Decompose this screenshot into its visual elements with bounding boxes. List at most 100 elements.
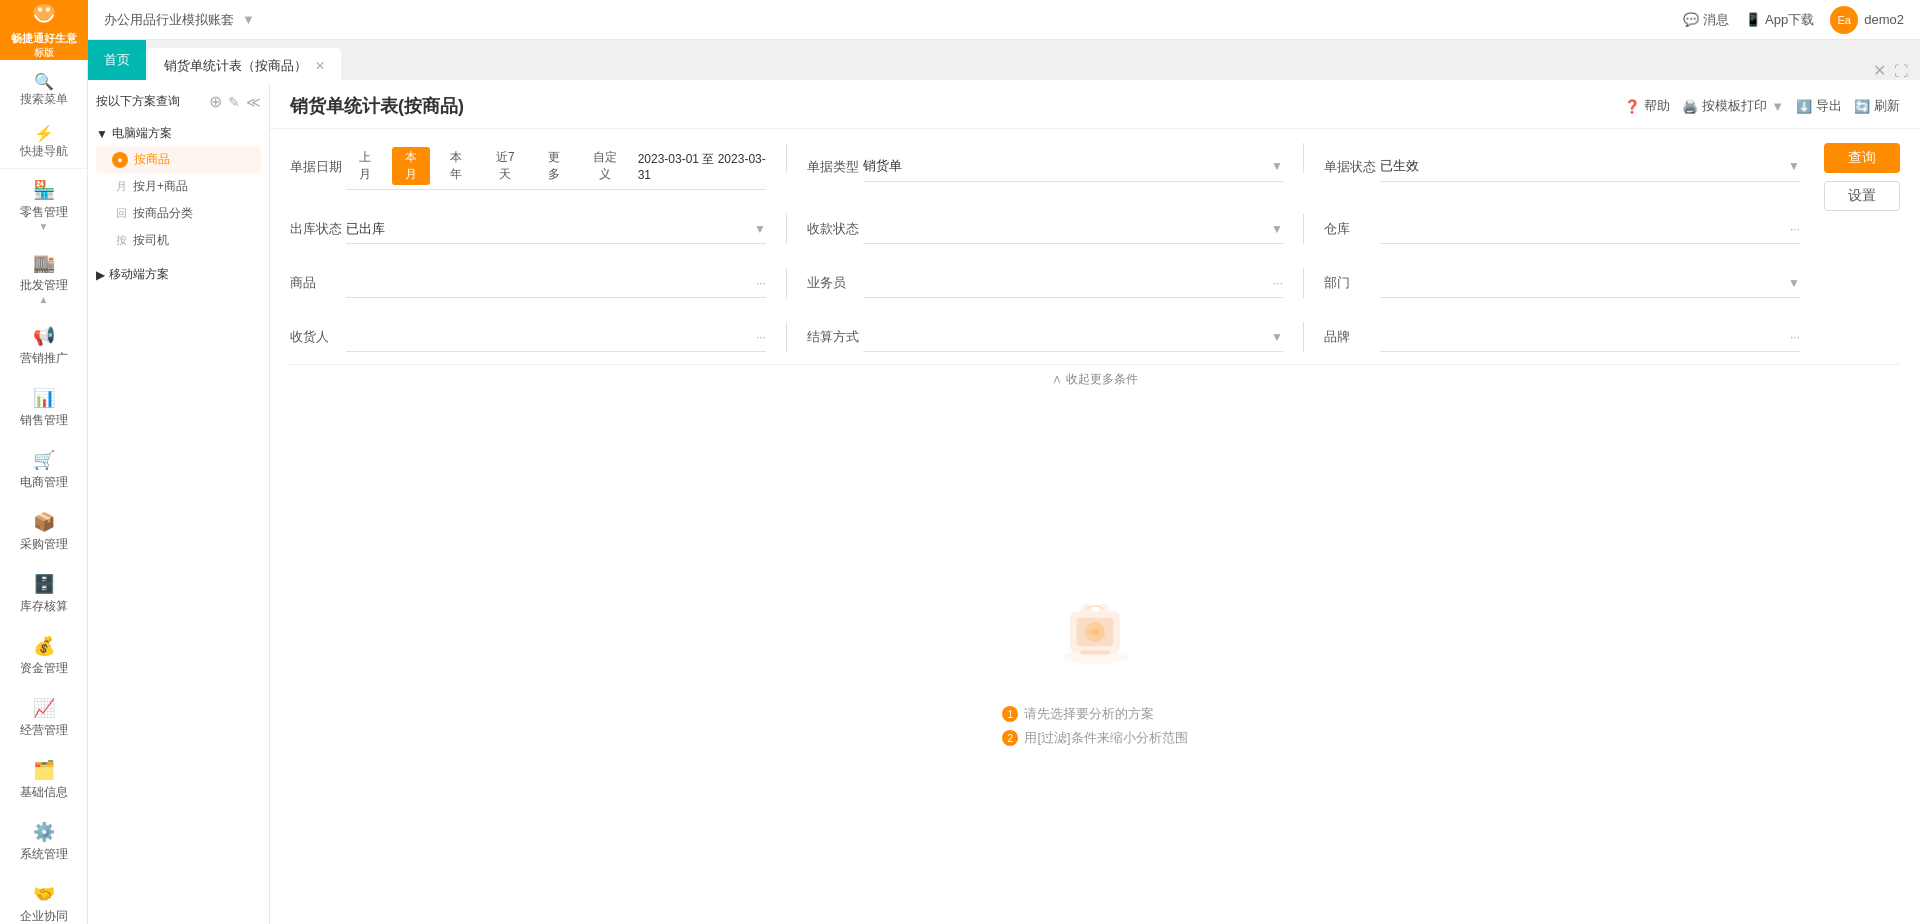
filter-collect-control[interactable]: ▼ <box>863 214 1283 244</box>
sidebar-item-basic[interactable]: 🗂️ 基础信息 <box>0 749 87 811</box>
scheme-item-by-month-goods[interactable]: 月 按月+商品 <box>96 173 261 200</box>
filter-brand-item: 品牌 ··· <box>1324 322 1800 352</box>
sidebar-item-sales-label: 销售管理 <box>20 412 68 429</box>
date-btn-this-month[interactable]: 本月 <box>392 147 430 185</box>
scheme-add-icon[interactable]: ⊕ <box>209 92 222 111</box>
filter-goods-item: 商品 ··· <box>290 268 766 298</box>
scheme-item-by-goods-cat-label: 按商品分类 <box>133 205 193 222</box>
tab-window-close-icon[interactable]: ✕ <box>1873 61 1886 80</box>
filter-recipient-item: 收货人 ··· <box>290 322 766 352</box>
scheme-category-pc-header[interactable]: ▼ 电脑端方案 <box>96 121 261 146</box>
collapse-up-icon: ∧ <box>1052 372 1062 386</box>
sidebar-item-marketing[interactable]: 📢 营销推广 <box>0 315 87 377</box>
scheme-item-by-goods-cat[interactable]: 回 按商品分类 <box>96 200 261 227</box>
filter-row-4: 收货人 ··· 结算方式 ▼ <box>290 322 1800 352</box>
filter-settlement-control[interactable]: ▼ <box>863 322 1283 352</box>
sidebar-item-operation-label: 经营管理 <box>20 722 68 739</box>
sidebar-item-stock[interactable]: 🗄️ 库存核算 <box>0 563 87 625</box>
sidebar: 畅捷通好生意 标版 🔍 搜索菜单 ⚡ 快捷导航 🏪 零售管理 ▼ 🏬 批发管理 … <box>0 0 88 924</box>
collapse-conditions-button[interactable]: ∧ 收起更多条件 <box>290 364 1900 394</box>
tab-report-label: 销货单统计表（按商品） <box>164 57 307 75</box>
topbar-left: 办公用品行业模拟账套 ▼ <box>104 11 255 29</box>
scheme-category-mobile-header[interactable]: ▶ 移动端方案 <box>96 262 261 287</box>
retail-icon: 🏪 <box>33 179 55 201</box>
filter-recipient-control[interactable]: ··· <box>346 322 766 352</box>
date-control: 上月 本月 本年 近7天 更多 自定义 2023-03-01 至 2023-03… <box>346 143 766 190</box>
date-btn-last-month[interactable]: 上月 <box>346 147 384 185</box>
scheme-panel: 按以下方案查询 ⊕ ✎ ≪ ▼ 电脑端方案 ● 按商品 月 <box>88 80 270 924</box>
sidebar-item-stock-label: 库存核算 <box>20 598 68 615</box>
marketing-icon: 📢 <box>33 325 55 347</box>
filter-section: 单据日期 上月 本月 本年 近7天 更多 自定义 2023-03-01 至 20… <box>270 129 1920 408</box>
date-btn-this-year[interactable]: 本年 <box>438 147 476 185</box>
sidebar-item-purchase[interactable]: 📦 采购管理 <box>0 501 87 563</box>
help-button[interactable]: ❓ 帮助 <box>1624 97 1670 115</box>
app-download-button[interactable]: 📱 App下载 <box>1745 11 1814 29</box>
date-btn-custom[interactable]: 自定义 <box>581 147 630 185</box>
sidebar-item-corp[interactable]: 🤝 企业协同 <box>0 873 87 924</box>
sidebar-item-finance-label: 资金管理 <box>20 660 68 677</box>
filter-warehouse-control[interactable]: ··· <box>1380 214 1800 244</box>
user-menu[interactable]: Ea demo2 <box>1830 6 1904 34</box>
filter-salesperson-label: 业务员 <box>807 274 863 292</box>
filter-type-label: 单据类型 <box>807 158 863 176</box>
app-name: 畅捷通好生意 <box>11 31 77 46</box>
pc-expand-arrow-icon: ▼ <box>96 127 108 141</box>
filter-salesperson-control[interactable]: ··· <box>863 268 1283 298</box>
filter-status-control[interactable]: 已生效 ▼ <box>1380 152 1800 182</box>
industry-dropdown-icon[interactable]: ▼ <box>242 12 255 27</box>
tab-home[interactable]: 首页 <box>88 40 146 80</box>
filter-brand-control[interactable]: ··· <box>1380 322 1800 352</box>
tab-window-expand-icon[interactable]: ⛶ <box>1894 63 1908 79</box>
sidebar-item-sales[interactable]: 📊 销售管理 <box>0 377 87 439</box>
scheme-header-label: 按以下方案查询 <box>96 93 180 110</box>
query-button[interactable]: 查询 <box>1824 143 1900 173</box>
sidebar-item-retail[interactable]: 🏪 零售管理 ▼ <box>0 169 87 242</box>
sidebar-item-wholesale[interactable]: 🏬 批发管理 ▲ <box>0 242 87 315</box>
scheme-item-by-cashier[interactable]: 按 按司机 <box>96 227 261 254</box>
tab-home-label: 首页 <box>104 51 130 69</box>
help-icon: ❓ <box>1624 99 1640 114</box>
filter-outstatus-control[interactable]: 已出库 ▼ <box>346 214 766 244</box>
empty-state: 1 请先选择要分析的方案 2 用[过滤]条件来缩小分析范围 <box>270 408 1920 924</box>
tab-report[interactable]: 销货单统计表（按商品） ✕ <box>148 48 341 84</box>
svg-point-8 <box>1082 604 1092 614</box>
date-btn-7days[interactable]: 近7天 <box>483 147 527 185</box>
dept-dropdown-icon: ▼ <box>1788 276 1800 290</box>
message-button[interactable]: 💬 消息 <box>1683 11 1729 29</box>
print-button[interactable]: 🖨️ 按模板打印 ▼ <box>1682 97 1784 115</box>
filter-dept-label: 部门 <box>1324 274 1380 292</box>
page-content: 按以下方案查询 ⊕ ✎ ≪ ▼ 电脑端方案 ● 按商品 月 <box>88 80 1920 924</box>
sidebar-item-basic-label: 基础信息 <box>20 784 68 801</box>
scheme-edit-icon[interactable]: ✎ <box>228 94 240 110</box>
scheme-item-by-goods[interactable]: ● 按商品 <box>96 146 261 173</box>
purchase-icon: 📦 <box>33 511 55 533</box>
sidebar-item-system[interactable]: ⚙️ 系统管理 <box>0 811 87 873</box>
filter-outstatus-value: 已出库 <box>346 220 754 238</box>
scheme-item-by-goods-label: 按商品 <box>134 151 170 168</box>
sidebar-item-retail-label: 零售管理 <box>20 204 68 221</box>
empty-illustration <box>1045 582 1145 682</box>
filter-main: 销货单统计表(按商品) ❓ 帮助 🖨️ 按模板打印 ▼ ⬇️ 导出 <box>270 80 1920 924</box>
page-actions: ❓ 帮助 🖨️ 按模板打印 ▼ ⬇️ 导出 🔄 刷新 <box>1624 97 1900 115</box>
basic-icon: 🗂️ <box>33 759 55 781</box>
scheme-category-mobile-label: 移动端方案 <box>109 266 169 283</box>
filter-goods-control[interactable]: ··· <box>346 268 766 298</box>
sidebar-item-operation[interactable]: 📈 经营管理 <box>0 687 87 749</box>
date-btn-more[interactable]: 更多 <box>535 147 573 185</box>
settings-button[interactable]: 设置 <box>1824 181 1900 211</box>
tab-report-close[interactable]: ✕ <box>315 60 325 72</box>
sidebar-item-system-label: 系统管理 <box>20 846 68 863</box>
refresh-button[interactable]: 🔄 刷新 <box>1854 97 1900 115</box>
retail-arrow-icon: ▼ <box>39 221 49 232</box>
sidebar-quick-nav[interactable]: ⚡ 快捷导航 <box>0 116 87 169</box>
sales-icon: 📊 <box>33 387 55 409</box>
scheme-collapse-icon[interactable]: ≪ <box>246 94 261 110</box>
filter-brand-label: 品牌 <box>1324 328 1380 346</box>
filter-type-control[interactable]: 销货单 ▼ <box>863 152 1283 182</box>
export-button[interactable]: ⬇️ 导出 <box>1796 97 1842 115</box>
sidebar-search[interactable]: 🔍 搜索菜单 <box>0 60 87 116</box>
sidebar-item-ecom[interactable]: 🛒 电商管理 <box>0 439 87 501</box>
sidebar-item-finance[interactable]: 💰 资金管理 <box>0 625 87 687</box>
filter-dept-control[interactable]: ▼ <box>1380 268 1800 298</box>
